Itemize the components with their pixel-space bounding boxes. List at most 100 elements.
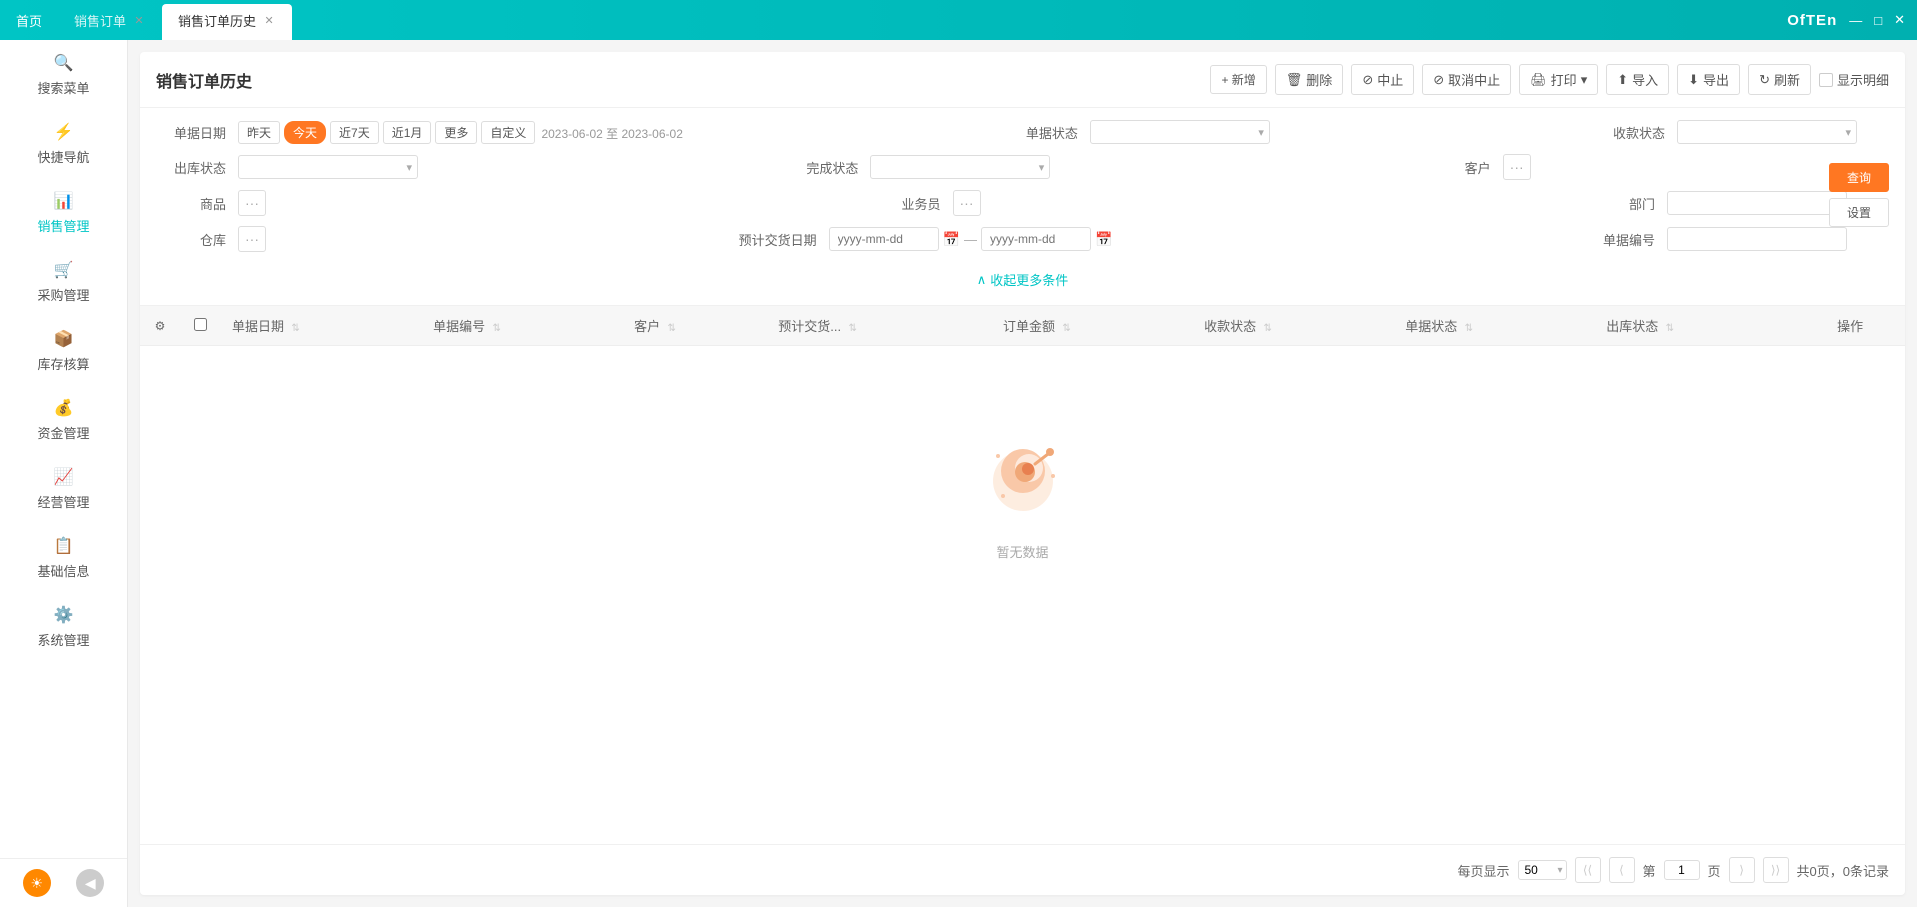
tab-sales-order[interactable]: 销售订单 ✕	[58, 0, 162, 40]
settings-button[interactable]: 设置	[1829, 198, 1889, 227]
sidebar-item-inventory-check-label: 库存核算	[37, 354, 89, 373]
th-checkbox[interactable]	[180, 306, 220, 346]
sidebar-item-finance-mgmt[interactable]: 💰 资金管理	[0, 385, 127, 454]
th-delivery[interactable]: 预计交货... ⇅	[766, 306, 991, 346]
display-cols-toggle[interactable]: 显示明细	[1819, 70, 1889, 89]
complete-status-select[interactable]	[870, 155, 1050, 179]
finance-mgmt-icon: 💰	[53, 397, 75, 419]
out-status-select[interactable]	[238, 155, 418, 179]
payment-status-select[interactable]	[1677, 120, 1857, 144]
brand-text: OfTEn	[1787, 12, 1837, 29]
operation-mgmt-icon: 📈	[53, 466, 75, 488]
collapse-row: ∧ 收起更多条件	[156, 262, 1889, 293]
sidebar-item-system-mgmt-label: 系统管理	[37, 630, 89, 649]
th-out-status[interactable]: 出库状态 ⇅	[1594, 306, 1795, 346]
inventory-check-icon: 📦	[53, 328, 75, 350]
window-maximize-icon[interactable]: □	[1874, 13, 1882, 28]
filter-area: 单据日期 昨天 今天 近7天 近1月 更多 自定义 2023-06-02 至 2…	[140, 108, 1905, 306]
stop-button[interactable]: ⊘ 中止	[1351, 64, 1414, 95]
bill-status-select[interactable]	[1090, 120, 1270, 144]
import-button[interactable]: ⬆ 导入	[1606, 64, 1669, 95]
th-amount[interactable]: 订单金额 ⇅	[991, 306, 1192, 346]
sidebar-item-sales-mgmt[interactable]: 📊 销售管理	[0, 178, 127, 247]
next-page-btn[interactable]: ⟩	[1729, 857, 1755, 883]
sidebar-item-purchase-mgmt-label: 采购管理	[37, 285, 89, 304]
date-btn-7days[interactable]: 近7天	[330, 121, 379, 144]
refresh-button[interactable]: ↻ 刷新	[1748, 64, 1811, 95]
filter-row-4: 仓库 ··· 预计交货日期 📅 — 📅 单据编号	[156, 226, 1889, 252]
print-button[interactable]: 🖨 打印 ▾	[1519, 64, 1598, 95]
date-btn-custom[interactable]: 自定义	[481, 121, 535, 144]
filter-row-3: 商品 ··· 业务员 ··· 部门	[156, 190, 1889, 216]
display-cols-checkbox[interactable]	[1819, 73, 1833, 87]
payment-status-select-wrap	[1677, 120, 1857, 144]
th-customer[interactable]: 客户 ⇅	[622, 306, 766, 346]
window-close-icon[interactable]: ✕	[1894, 12, 1905, 28]
content: 销售订单历史 + 新增 🗑 删除 ⊘ 中止 ⊘ 取消中止 🖨 打印 ▾	[128, 40, 1917, 907]
customer-picker[interactable]: ···	[1503, 154, 1531, 180]
sidebar-settings-btn[interactable]: ☀	[23, 869, 51, 897]
first-page-btn[interactable]: ⟨⟨	[1575, 857, 1601, 883]
th-payment-status-label: 收款状态	[1204, 319, 1256, 334]
table-area: ⚙ 单据日期 ⇅ 单据编号 ⇅	[140, 306, 1905, 844]
date-btn-today[interactable]: 今天	[284, 121, 326, 144]
prev-page-btn[interactable]: ⟨	[1609, 857, 1635, 883]
payment-status-label: 收款状态	[1595, 123, 1665, 142]
out-status-select-wrap	[238, 155, 418, 179]
delivery-date-start-calendar-icon[interactable]: 📅	[943, 231, 960, 248]
th-date[interactable]: 单据日期 ⇅	[220, 306, 421, 346]
sidebar-item-search-menu[interactable]: 🔍 搜索菜单	[0, 40, 127, 109]
sidebar-item-basic-info[interactable]: 📋 基础信息	[0, 523, 127, 592]
last-page-btn[interactable]: ⟩⟩	[1763, 857, 1789, 883]
sidebar-item-inventory-check[interactable]: 📦 库存核算	[0, 316, 127, 385]
bill-no-input[interactable]	[1667, 227, 1847, 251]
th-date-sort-icon: ⇅	[291, 323, 299, 334]
complete-status-label: 完成状态	[788, 158, 858, 177]
sidebar-item-operation-mgmt[interactable]: 📈 经营管理	[0, 454, 127, 523]
dept-label: 部门	[1585, 194, 1655, 213]
delivery-date-end[interactable]	[981, 227, 1091, 251]
query-button[interactable]: 查询	[1829, 163, 1889, 192]
date-btn-1month[interactable]: 近1月	[383, 121, 432, 144]
th-no-sort-icon: ⇅	[492, 323, 500, 334]
sidebar-collapse-btn[interactable]: ◀	[76, 869, 104, 897]
sidebar-item-system-mgmt[interactable]: ⚙️ 系统管理	[0, 592, 127, 661]
th-ops: 操作	[1795, 306, 1905, 346]
export-button[interactable]: ⬇ 导出	[1677, 64, 1740, 95]
warehouse-picker[interactable]: ···	[238, 226, 266, 252]
tab-sales-order-history[interactable]: 销售订单历史 ✕	[162, 4, 292, 40]
date-quick-btns: 昨天 今天 近7天 近1月 更多 自定义	[238, 121, 535, 144]
table-header-row: ⚙ 单据日期 ⇅ 单据编号 ⇅	[140, 306, 1905, 346]
th-payment-status[interactable]: 收款状态 ⇅	[1192, 306, 1393, 346]
dept-select[interactable]	[1667, 191, 1847, 215]
tab-home[interactable]: 首页	[0, 0, 58, 40]
delivery-date-start[interactable]	[829, 227, 939, 251]
page-number-input[interactable]	[1664, 860, 1700, 880]
sidebar-bottom: ☀ ◀	[0, 858, 127, 907]
cancel-stop-button[interactable]: ⊘ 取消中止	[1422, 64, 1511, 95]
new-button[interactable]: + 新增	[1210, 65, 1266, 94]
th-bill-status[interactable]: 单据状态 ⇅	[1393, 306, 1594, 346]
delivery-date-end-calendar-icon[interactable]: 📅	[1095, 231, 1112, 248]
th-no[interactable]: 单据编号 ⇅	[421, 306, 622, 346]
th-settings[interactable]: ⚙	[140, 306, 180, 346]
bill-no-label: 单据编号	[1585, 230, 1655, 249]
tab-sales-order-close[interactable]: ✕	[132, 13, 146, 27]
sidebar-item-search-menu-label: 搜索菜单	[37, 78, 89, 97]
per-page-select[interactable]: 50 10 20 100	[1518, 860, 1567, 880]
out-status-label: 出库状态	[156, 158, 226, 177]
product-picker[interactable]: ···	[238, 190, 266, 216]
window-minimize-icon[interactable]: —	[1849, 13, 1862, 28]
select-all-checkbox[interactable]	[194, 318, 207, 331]
date-btn-more[interactable]: 更多	[435, 121, 477, 144]
dept-select-wrap	[1667, 191, 1847, 215]
collapse-btn[interactable]: ∧ 收起更多条件	[973, 266, 1073, 293]
salesperson-picker[interactable]: ···	[953, 190, 981, 216]
tab-sales-order-history-close[interactable]: ✕	[262, 13, 276, 27]
collapse-chevron-icon: ∧	[977, 272, 987, 288]
th-bill-status-sort-icon: ⇅	[1465, 323, 1473, 334]
sidebar-item-purchase-mgmt[interactable]: 🛒 采购管理	[0, 247, 127, 316]
date-btn-yesterday[interactable]: 昨天	[238, 121, 280, 144]
sidebar-item-quick-nav[interactable]: ⚡ 快捷导航	[0, 109, 127, 178]
delete-button[interactable]: 🗑 删除	[1275, 64, 1344, 95]
